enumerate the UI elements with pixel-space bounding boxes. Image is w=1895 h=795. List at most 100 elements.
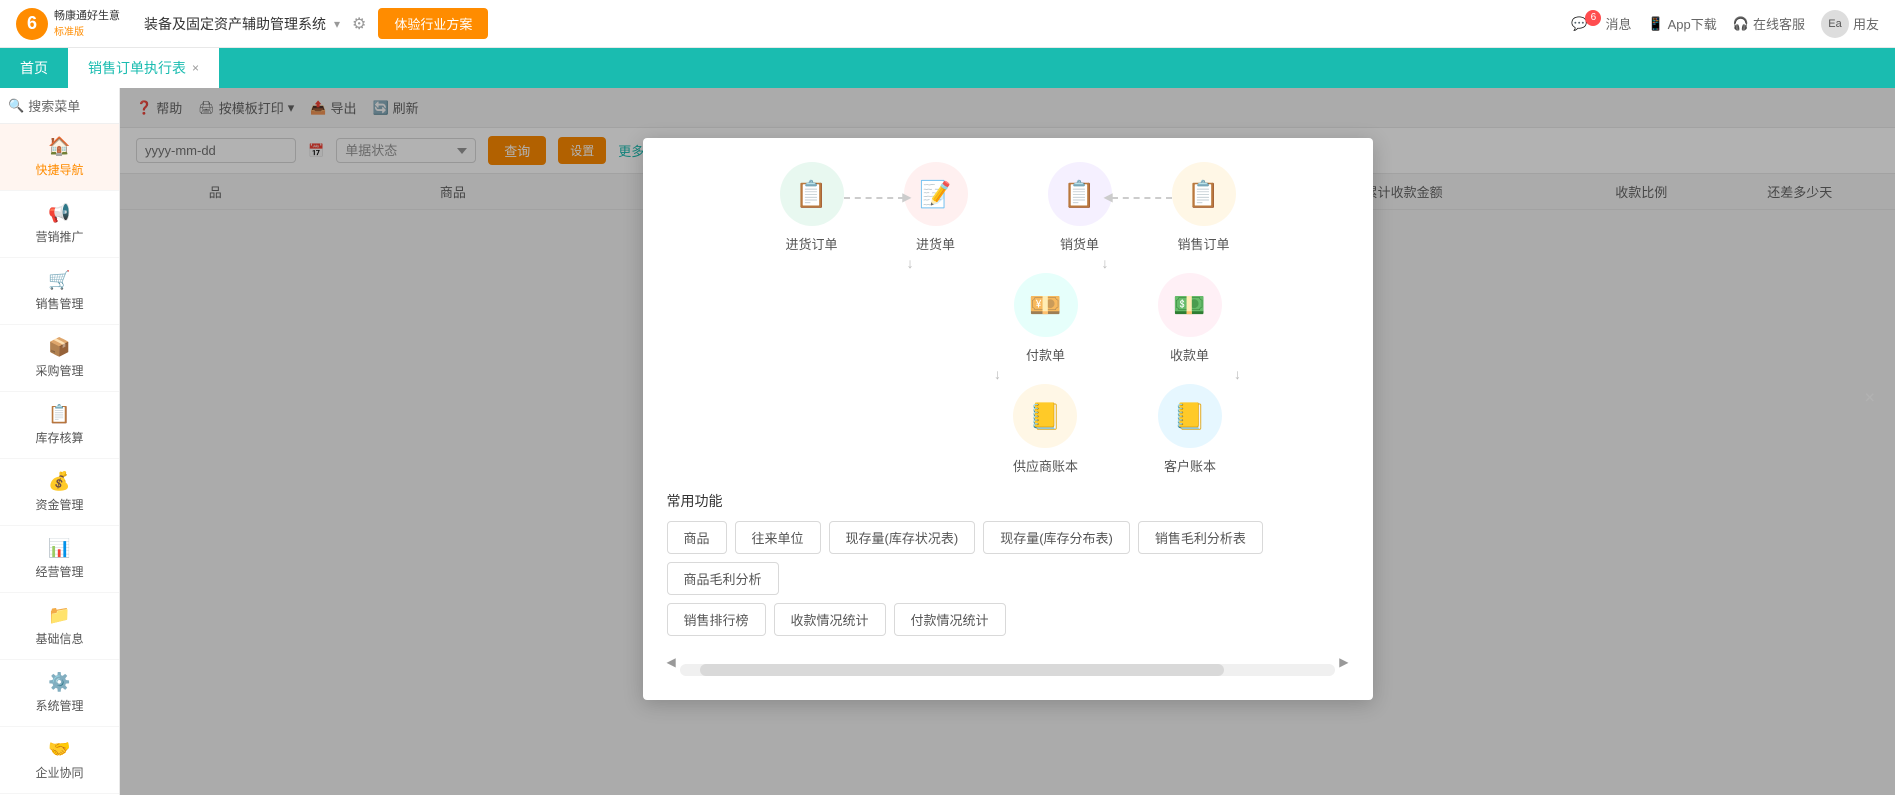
scrollbar-thumb bbox=[700, 664, 1224, 676]
purchase-icon: 📦 bbox=[48, 337, 70, 358]
sidebar-item-operations[interactable]: 📊 经营管理 bbox=[0, 526, 119, 593]
finance-icon: 💰 bbox=[48, 471, 70, 492]
customer-ledger-circle: 📒 bbox=[1158, 384, 1222, 448]
cf-btn-stock-status[interactable]: 现存量(库存状况表) bbox=[829, 521, 976, 554]
header-right: 💬 6 消息 📱 App下载 🎧 在线客服 Ea 用友 bbox=[1571, 10, 1879, 38]
flow-item-sales[interactable]: 📋 销货单 bbox=[1048, 162, 1112, 253]
supplier-ledger-circle: 📒 bbox=[1013, 384, 1077, 448]
sidebar-item-system[interactable]: ⚙️ 系统管理 bbox=[0, 660, 119, 727]
flow-item-payment[interactable]: 💴 付款单 bbox=[1014, 273, 1078, 364]
flow-diagram: 📋 进货订单 ▶ 📝 进货单 bbox=[667, 162, 1349, 475]
basic-info-icon: 📁 bbox=[48, 605, 70, 626]
phone-icon: 📱 bbox=[1647, 16, 1663, 32]
sidebar-item-sales[interactable]: 🛒 销售管理 bbox=[0, 258, 119, 325]
tab-sales-order[interactable]: 销售订单执行表 × bbox=[68, 48, 219, 88]
message-badge: 6 bbox=[1585, 10, 1601, 26]
scroll-left-icon[interactable]: ◀ bbox=[667, 655, 676, 669]
flow-row-1: 📋 进货订单 ▶ 📝 进货单 bbox=[780, 162, 1236, 253]
logo-area: 6 畅康通好生意 标准版 bbox=[16, 8, 136, 40]
cf-btn-sales-rank[interactable]: 销售排行榜 bbox=[667, 603, 766, 636]
sidebar-item-basic-info[interactable]: 📁 基础信息 bbox=[0, 593, 119, 660]
avatar: Ea bbox=[1821, 10, 1849, 38]
sidebar-item-quick-nav[interactable]: 🏠 快捷导航 bbox=[0, 124, 119, 191]
scroll-right-icon[interactable]: ▶ bbox=[1339, 655, 1348, 669]
flow-row-2: 💴 付款单 💵 收款单 bbox=[794, 273, 1222, 364]
flow-item-supplier-ledger[interactable]: 📒 供应商账本 bbox=[1013, 384, 1078, 475]
cf-btn-sales-gross[interactable]: 销售毛利分析表 bbox=[1138, 521, 1263, 554]
sidebar-item-inventory[interactable]: 📋 库存核算 bbox=[0, 392, 119, 459]
sales-icon: 🛒 bbox=[48, 270, 70, 291]
avatar-initials: Ea bbox=[1828, 18, 1841, 30]
quick-nav-modal: 📋 进货订单 ▶ 📝 进货单 bbox=[643, 138, 1373, 700]
headset-icon: 🎧 bbox=[1733, 16, 1749, 32]
customer-ledger-icon: 📒 bbox=[1174, 401, 1206, 432]
top-header: 6 畅康通好生意 标准版 装备及固定资产辅助管理系统 ▾ ⚙ 体验行业方案 💬 … bbox=[0, 0, 1895, 48]
modal-scrollbar[interactable] bbox=[680, 664, 1336, 676]
app-download-button[interactable]: 📱 App下载 bbox=[1647, 14, 1716, 33]
arrow-po-to-pr: ▶ bbox=[844, 197, 904, 219]
home-icon: 🏠 bbox=[48, 136, 70, 157]
cf-btn-goods[interactable]: 商品 bbox=[667, 521, 727, 554]
supplier-ledger-icon: 📒 bbox=[1029, 401, 1061, 432]
receipt-circle: 💵 bbox=[1158, 273, 1222, 337]
sales-order-circle: 📋 bbox=[1172, 162, 1236, 226]
search-icon: 🔍 bbox=[8, 98, 24, 114]
cf-btn-stock-dist[interactable]: 现存量(库存分布表) bbox=[983, 521, 1130, 554]
system-title-area: 装备及固定资产辅助管理系统 ▾ ⚙ bbox=[144, 14, 366, 34]
dropdown-arrow-icon[interactable]: ▾ bbox=[334, 17, 340, 31]
sidebar-item-enterprise[interactable]: 🤝 企业协同 bbox=[0, 727, 119, 794]
flow-item-receipt[interactable]: 💵 收款单 bbox=[1158, 273, 1222, 364]
sidebar-item-purchase[interactable]: 📦 采购管理 bbox=[0, 325, 119, 392]
sidebar-search[interactable]: 🔍 搜索菜单 bbox=[0, 88, 119, 124]
purchase-circle: 📝 bbox=[904, 162, 968, 226]
cf-btn-partner[interactable]: 往来单位 bbox=[735, 521, 821, 554]
cf-btn-receipt-stats[interactable]: 收款情况统计 bbox=[774, 603, 886, 636]
tab-home[interactable]: 首页 bbox=[0, 48, 68, 88]
arrow-down-purchase: ↓ bbox=[907, 253, 914, 273]
content-area: ❓ 帮助 🖨 按模板打印 ▾ 📤 导出 🔄 刷新 📅 单据状态 bbox=[120, 88, 1895, 795]
flow-item-customer-ledger[interactable]: 📒 客户账本 bbox=[1158, 384, 1222, 475]
message-button[interactable]: 💬 6 消息 bbox=[1571, 14, 1631, 33]
enterprise-icon: 🤝 bbox=[48, 739, 70, 760]
cf-btn-payment-stats[interactable]: 付款情况统计 bbox=[894, 603, 1006, 636]
sidebar-item-marketing[interactable]: 📢 营销推广 bbox=[0, 191, 119, 258]
sidebar: 🔍 搜索菜单 🏠 快捷导航 📢 营销推广 🛒 销售管理 📦 采购管理 📋 库存核… bbox=[0, 88, 120, 795]
sidebar-item-finance[interactable]: 💰 资金管理 bbox=[0, 459, 119, 526]
payment-circle: 💴 bbox=[1014, 273, 1078, 337]
purchase-order-icon: 📋 bbox=[795, 179, 827, 210]
cf-title: 常用功能 bbox=[667, 491, 1349, 511]
purchase-icon: 📝 bbox=[919, 179, 951, 210]
system-icon: ⚙️ bbox=[48, 672, 70, 693]
payment-icon: 💴 bbox=[1029, 290, 1061, 321]
system-title: 装备及固定资产辅助管理系统 bbox=[144, 14, 326, 34]
marketing-icon: 📢 bbox=[48, 203, 70, 224]
logo-text: 畅康通好生意 标准版 bbox=[54, 9, 120, 38]
trial-button[interactable]: 体验行业方案 bbox=[378, 8, 488, 39]
online-service-button[interactable]: 🎧 在线客服 bbox=[1733, 14, 1805, 33]
operations-icon: 📊 bbox=[48, 538, 70, 559]
cf-buttons: 商品 往来单位 现存量(库存状况表) 现存量(库存分布表) 销售毛利分析表 商品… bbox=[667, 521, 1349, 595]
arrow-so-to-s: ◀ bbox=[1112, 197, 1172, 219]
sales-circle: 📋 bbox=[1048, 162, 1112, 226]
cf-btn-goods-gross[interactable]: 商品毛利分析 bbox=[667, 562, 779, 595]
settings-icon[interactable]: ⚙ bbox=[352, 14, 366, 34]
inventory-icon: 📋 bbox=[48, 404, 70, 425]
main-layout: 🔍 搜索菜单 🏠 快捷导航 📢 营销推广 🛒 销售管理 📦 采购管理 📋 库存核… bbox=[0, 88, 1895, 795]
arrow-down-payment: ↓ bbox=[994, 364, 1001, 384]
common-functions: 常用功能 商品 往来单位 现存量(库存状况表) 现存量(库存分布表) 销售毛利分… bbox=[667, 491, 1349, 636]
flow-item-purchase-order[interactable]: 📋 进货订单 bbox=[780, 162, 844, 253]
cf-buttons-row2: 销售排行榜 收款情况统计 付款情况统计 bbox=[667, 603, 1349, 636]
sales-order-icon: 📋 bbox=[1187, 179, 1219, 210]
nav-tabs: 首页 销售订单执行表 × × bbox=[0, 48, 1895, 88]
flow-item-sales-order[interactable]: 📋 销售订单 bbox=[1172, 162, 1236, 253]
arrow-down-receipt: ↓ bbox=[1234, 364, 1241, 384]
user-menu[interactable]: Ea 用友 bbox=[1821, 10, 1879, 38]
sales-icon: 📋 bbox=[1063, 179, 1095, 210]
flow-row-3: 📒 供应商账本 📒 客户账本 bbox=[793, 384, 1222, 475]
tab-close-icon[interactable]: × bbox=[192, 61, 199, 75]
purchase-order-circle: 📋 bbox=[780, 162, 844, 226]
arrow-down-sales: ↓ bbox=[1101, 253, 1108, 273]
flow-item-purchase[interactable]: 📝 进货单 bbox=[904, 162, 968, 253]
modal-scrollbar-area: ◀ ▶ bbox=[667, 648, 1349, 676]
logo-icon: 6 bbox=[16, 8, 48, 40]
